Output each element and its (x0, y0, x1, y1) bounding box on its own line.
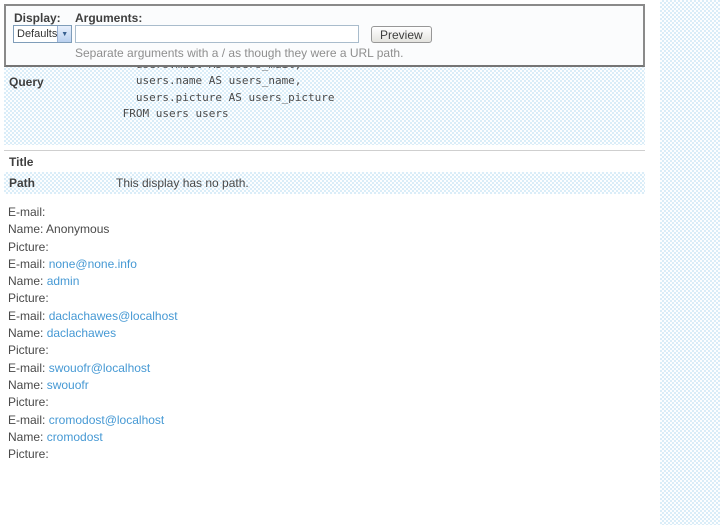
email-link[interactable]: cromodost@localhost (49, 413, 165, 427)
path-row: Path This display has no path. (4, 172, 645, 194)
name-value: Anonymous (46, 222, 110, 237)
arguments-input[interactable] (75, 25, 359, 43)
user-record: E-mail: swouofr@localhost Name: swouofr … (8, 360, 660, 412)
email-link[interactable]: none@none.info (49, 257, 137, 271)
email-field-label: E-mail: (8, 205, 46, 219)
chevron-down-icon: ▼ (57, 26, 71, 42)
page-background: Display: Defaults ▼ Arguments: Preview S… (0, 0, 720, 525)
name-link[interactable]: cromodost (47, 430, 103, 444)
picture-field-label: Picture: (8, 239, 49, 254)
arguments-label: Arguments: (75, 11, 143, 25)
name-link[interactable]: admin (47, 274, 80, 288)
picture-field-label: Picture: (8, 343, 49, 358)
display-select[interactable]: Defaults ▼ (13, 25, 72, 43)
arguments-help-text: Separate arguments with a / as though th… (75, 46, 404, 60)
path-row-label: Path (9, 176, 36, 190)
title-row: Title (4, 150, 645, 172)
picture-field-label: Picture: (8, 395, 49, 410)
name-link[interactable]: daclachawes (47, 326, 116, 340)
user-record: E-mail: none@none.info Name: admin Pictu… (8, 256, 660, 308)
picture-field-label: Picture: (8, 291, 49, 306)
title-row-label: Title (9, 154, 34, 169)
user-record: E-mail: cromodost@localhost Name: cromod… (8, 412, 660, 464)
email-field-label: E-mail: (8, 308, 46, 323)
query-row-label: Query (9, 74, 44, 89)
user-record: E-mail: Name: Anonymous Picture: (8, 204, 660, 256)
email-field-label: E-mail: (8, 360, 46, 375)
email-link[interactable]: daclachawes@localhost (49, 309, 178, 323)
display-select-value: Defaults (17, 28, 58, 40)
name-link[interactable]: swouofr (47, 378, 89, 392)
content-area: Display: Defaults ▼ Arguments: Preview S… (0, 0, 660, 525)
user-record: E-mail: daclachawes@localhost Name: dacl… (8, 308, 660, 360)
preview-controls-fieldset: Display: Defaults ▼ Arguments: Preview S… (4, 4, 645, 67)
path-row-value: This display has no path. (116, 176, 249, 190)
name-field-label: Name: (8, 326, 44, 341)
name-field-label: Name: (8, 274, 44, 289)
email-link[interactable]: swouofr@localhost (49, 361, 151, 375)
display-label: Display: (14, 11, 61, 25)
preview-button[interactable]: Preview (371, 26, 432, 43)
preview-results: E-mail: Name: Anonymous Picture: E-mail:… (8, 204, 660, 463)
name-field-label: Name: (8, 377, 44, 392)
email-field-label: E-mail: (8, 412, 46, 427)
picture-field-label: Picture: (8, 447, 49, 462)
name-field-label: Name: (8, 222, 44, 237)
email-field-label: E-mail: (8, 256, 46, 271)
name-field-label: Name: (8, 429, 44, 444)
